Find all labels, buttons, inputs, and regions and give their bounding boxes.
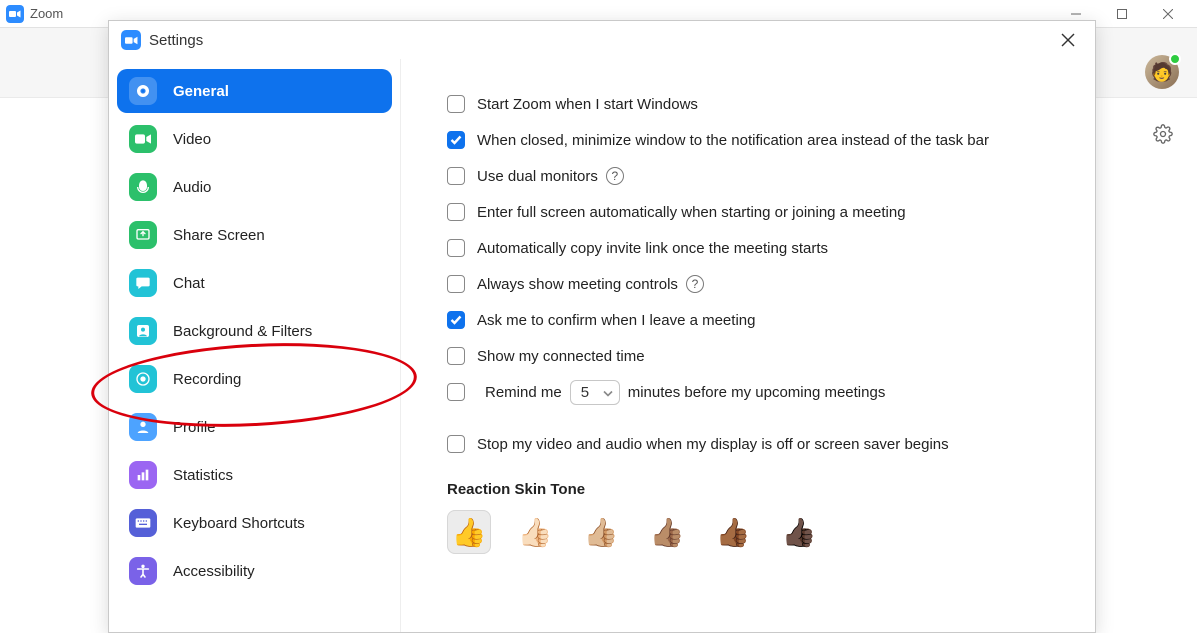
settings-window: Settings General Video Audio Share Screen Ch… bbox=[108, 20, 1096, 633]
option-label: Ask me to confirm when I leave a meeting bbox=[477, 312, 755, 329]
option-label: Use dual monitors bbox=[477, 168, 598, 185]
option-label: Enter full screen automatically when sta… bbox=[477, 204, 906, 221]
sidebar-item-label: Video bbox=[173, 131, 211, 148]
share-icon bbox=[129, 221, 157, 249]
sidebar-item-label: Recording bbox=[173, 371, 241, 388]
sidebar-item-keyboard[interactable]: Keyboard Shortcuts bbox=[117, 501, 392, 545]
close-window-button[interactable] bbox=[1145, 0, 1191, 28]
sidebar-item-label: Keyboard Shortcuts bbox=[173, 515, 305, 532]
settings-content-general: Start Zoom when I start Windows When clos… bbox=[401, 59, 1095, 632]
option-remind-me: Remind me 5 minutes before my upcoming m… bbox=[447, 375, 1071, 409]
skin-tone-option[interactable]: 👍🏻 bbox=[513, 510, 557, 554]
option-row: Enter full screen automatically when sta… bbox=[447, 195, 1071, 229]
sidebar-item-audio[interactable]: Audio bbox=[117, 165, 392, 209]
checkbox[interactable] bbox=[447, 203, 465, 221]
remind-prefix-label: Remind me bbox=[485, 384, 562, 401]
help-icon[interactable]: ? bbox=[606, 167, 624, 185]
chat-icon bbox=[129, 269, 157, 297]
sidebar-item-general[interactable]: General bbox=[117, 69, 392, 113]
general-icon bbox=[129, 77, 157, 105]
option-label: Always show meeting controls bbox=[477, 276, 678, 293]
option-label: When closed, minimize window to the noti… bbox=[477, 132, 989, 149]
sidebar-item-label: Background & Filters bbox=[173, 323, 312, 340]
help-icon[interactable]: ? bbox=[686, 275, 704, 293]
checkbox[interactable] bbox=[447, 131, 465, 149]
settings-titlebar: Settings bbox=[109, 21, 1095, 59]
option-label: Automatically copy invite link once the … bbox=[477, 240, 828, 257]
recording-icon bbox=[129, 365, 157, 393]
sidebar-item-label: Statistics bbox=[173, 467, 233, 484]
sidebar-item-label: Chat bbox=[173, 275, 205, 292]
option-row: Show my connected time bbox=[447, 339, 1071, 373]
sidebar-item-video[interactable]: Video bbox=[117, 117, 392, 161]
zoom-icon bbox=[121, 30, 141, 50]
skin-tone-option[interactable]: 👍🏿 bbox=[777, 510, 821, 554]
video-icon bbox=[129, 125, 157, 153]
bgfilters-icon bbox=[129, 317, 157, 345]
settings-gear-button[interactable] bbox=[1149, 120, 1177, 148]
zoom-app-icon bbox=[6, 5, 24, 23]
sidebar-item-stats[interactable]: Statistics bbox=[117, 453, 392, 497]
profile-avatar[interactable]: 🧑 bbox=[1145, 55, 1179, 89]
sidebar-item-recording[interactable]: Recording bbox=[117, 357, 392, 401]
checkbox[interactable] bbox=[447, 275, 465, 293]
checkbox[interactable] bbox=[447, 311, 465, 329]
settings-title: Settings bbox=[149, 32, 203, 49]
skin-tone-option[interactable]: 👍🏾 bbox=[711, 510, 755, 554]
sidebar-item-profile[interactable]: Profile bbox=[117, 405, 392, 449]
option-label: Show my connected time bbox=[477, 348, 645, 365]
remind-minutes-value: 5 bbox=[581, 384, 589, 401]
sidebar-item-label: Profile bbox=[173, 419, 216, 436]
sidebar-item-label: Accessibility bbox=[173, 563, 255, 580]
reaction-skin-tone-title: Reaction Skin Tone bbox=[447, 481, 1071, 498]
option-label: Start Zoom when I start Windows bbox=[477, 96, 698, 113]
checkbox[interactable] bbox=[447, 347, 465, 365]
checkbox[interactable] bbox=[447, 167, 465, 185]
sidebar-item-share[interactable]: Share Screen bbox=[117, 213, 392, 257]
option-row: Use dual monitors? bbox=[447, 159, 1071, 193]
option-row: Ask me to confirm when I leave a meeting bbox=[447, 303, 1071, 337]
option-stop-video-on-screensaver: Stop my video and audio when my display … bbox=[447, 427, 1071, 461]
profile-icon bbox=[129, 413, 157, 441]
stats-icon bbox=[129, 461, 157, 489]
maximize-button[interactable] bbox=[1099, 0, 1145, 28]
keyboard-icon bbox=[129, 509, 157, 537]
skin-tone-option[interactable]: 👍 bbox=[447, 510, 491, 554]
stop-video-label: Stop my video and audio when my display … bbox=[477, 436, 949, 453]
option-row: Start Zoom when I start Windows bbox=[447, 87, 1071, 121]
a11y-icon bbox=[129, 557, 157, 585]
presence-indicator bbox=[1169, 53, 1181, 65]
sidebar-item-label: General bbox=[173, 83, 229, 100]
sidebar-item-label: Share Screen bbox=[173, 227, 265, 244]
remind-minutes-select[interactable]: 5 bbox=[570, 380, 620, 405]
chevron-down-icon bbox=[603, 384, 613, 401]
checkbox[interactable] bbox=[447, 239, 465, 257]
reaction-skin-tone-list: 👍 👍🏻 👍🏼 👍🏽 👍🏾 👍🏿 bbox=[447, 510, 1071, 554]
skin-tone-option[interactable]: 👍🏽 bbox=[645, 510, 689, 554]
sidebar-item-bgfilters[interactable]: Background & Filters bbox=[117, 309, 392, 353]
checkbox[interactable] bbox=[447, 95, 465, 113]
close-settings-button[interactable] bbox=[1053, 25, 1083, 55]
sidebar-item-label: Audio bbox=[173, 179, 211, 196]
option-row: Automatically copy invite link once the … bbox=[447, 231, 1071, 265]
checkbox-stop-video[interactable] bbox=[447, 435, 465, 453]
skin-tone-option[interactable]: 👍🏼 bbox=[579, 510, 623, 554]
audio-icon bbox=[129, 173, 157, 201]
option-row: Always show meeting controls? bbox=[447, 267, 1071, 301]
sidebar-item-chat[interactable]: Chat bbox=[117, 261, 392, 305]
option-row: When closed, minimize window to the noti… bbox=[447, 123, 1071, 157]
remind-suffix-label: minutes before my upcoming meetings bbox=[628, 384, 886, 401]
sidebar-item-a11y[interactable]: Accessibility bbox=[117, 549, 392, 593]
checkbox-remind-me[interactable] bbox=[447, 383, 465, 401]
app-title: Zoom bbox=[30, 6, 63, 21]
settings-sidebar: General Video Audio Share Screen Chat Backgro… bbox=[109, 59, 401, 632]
